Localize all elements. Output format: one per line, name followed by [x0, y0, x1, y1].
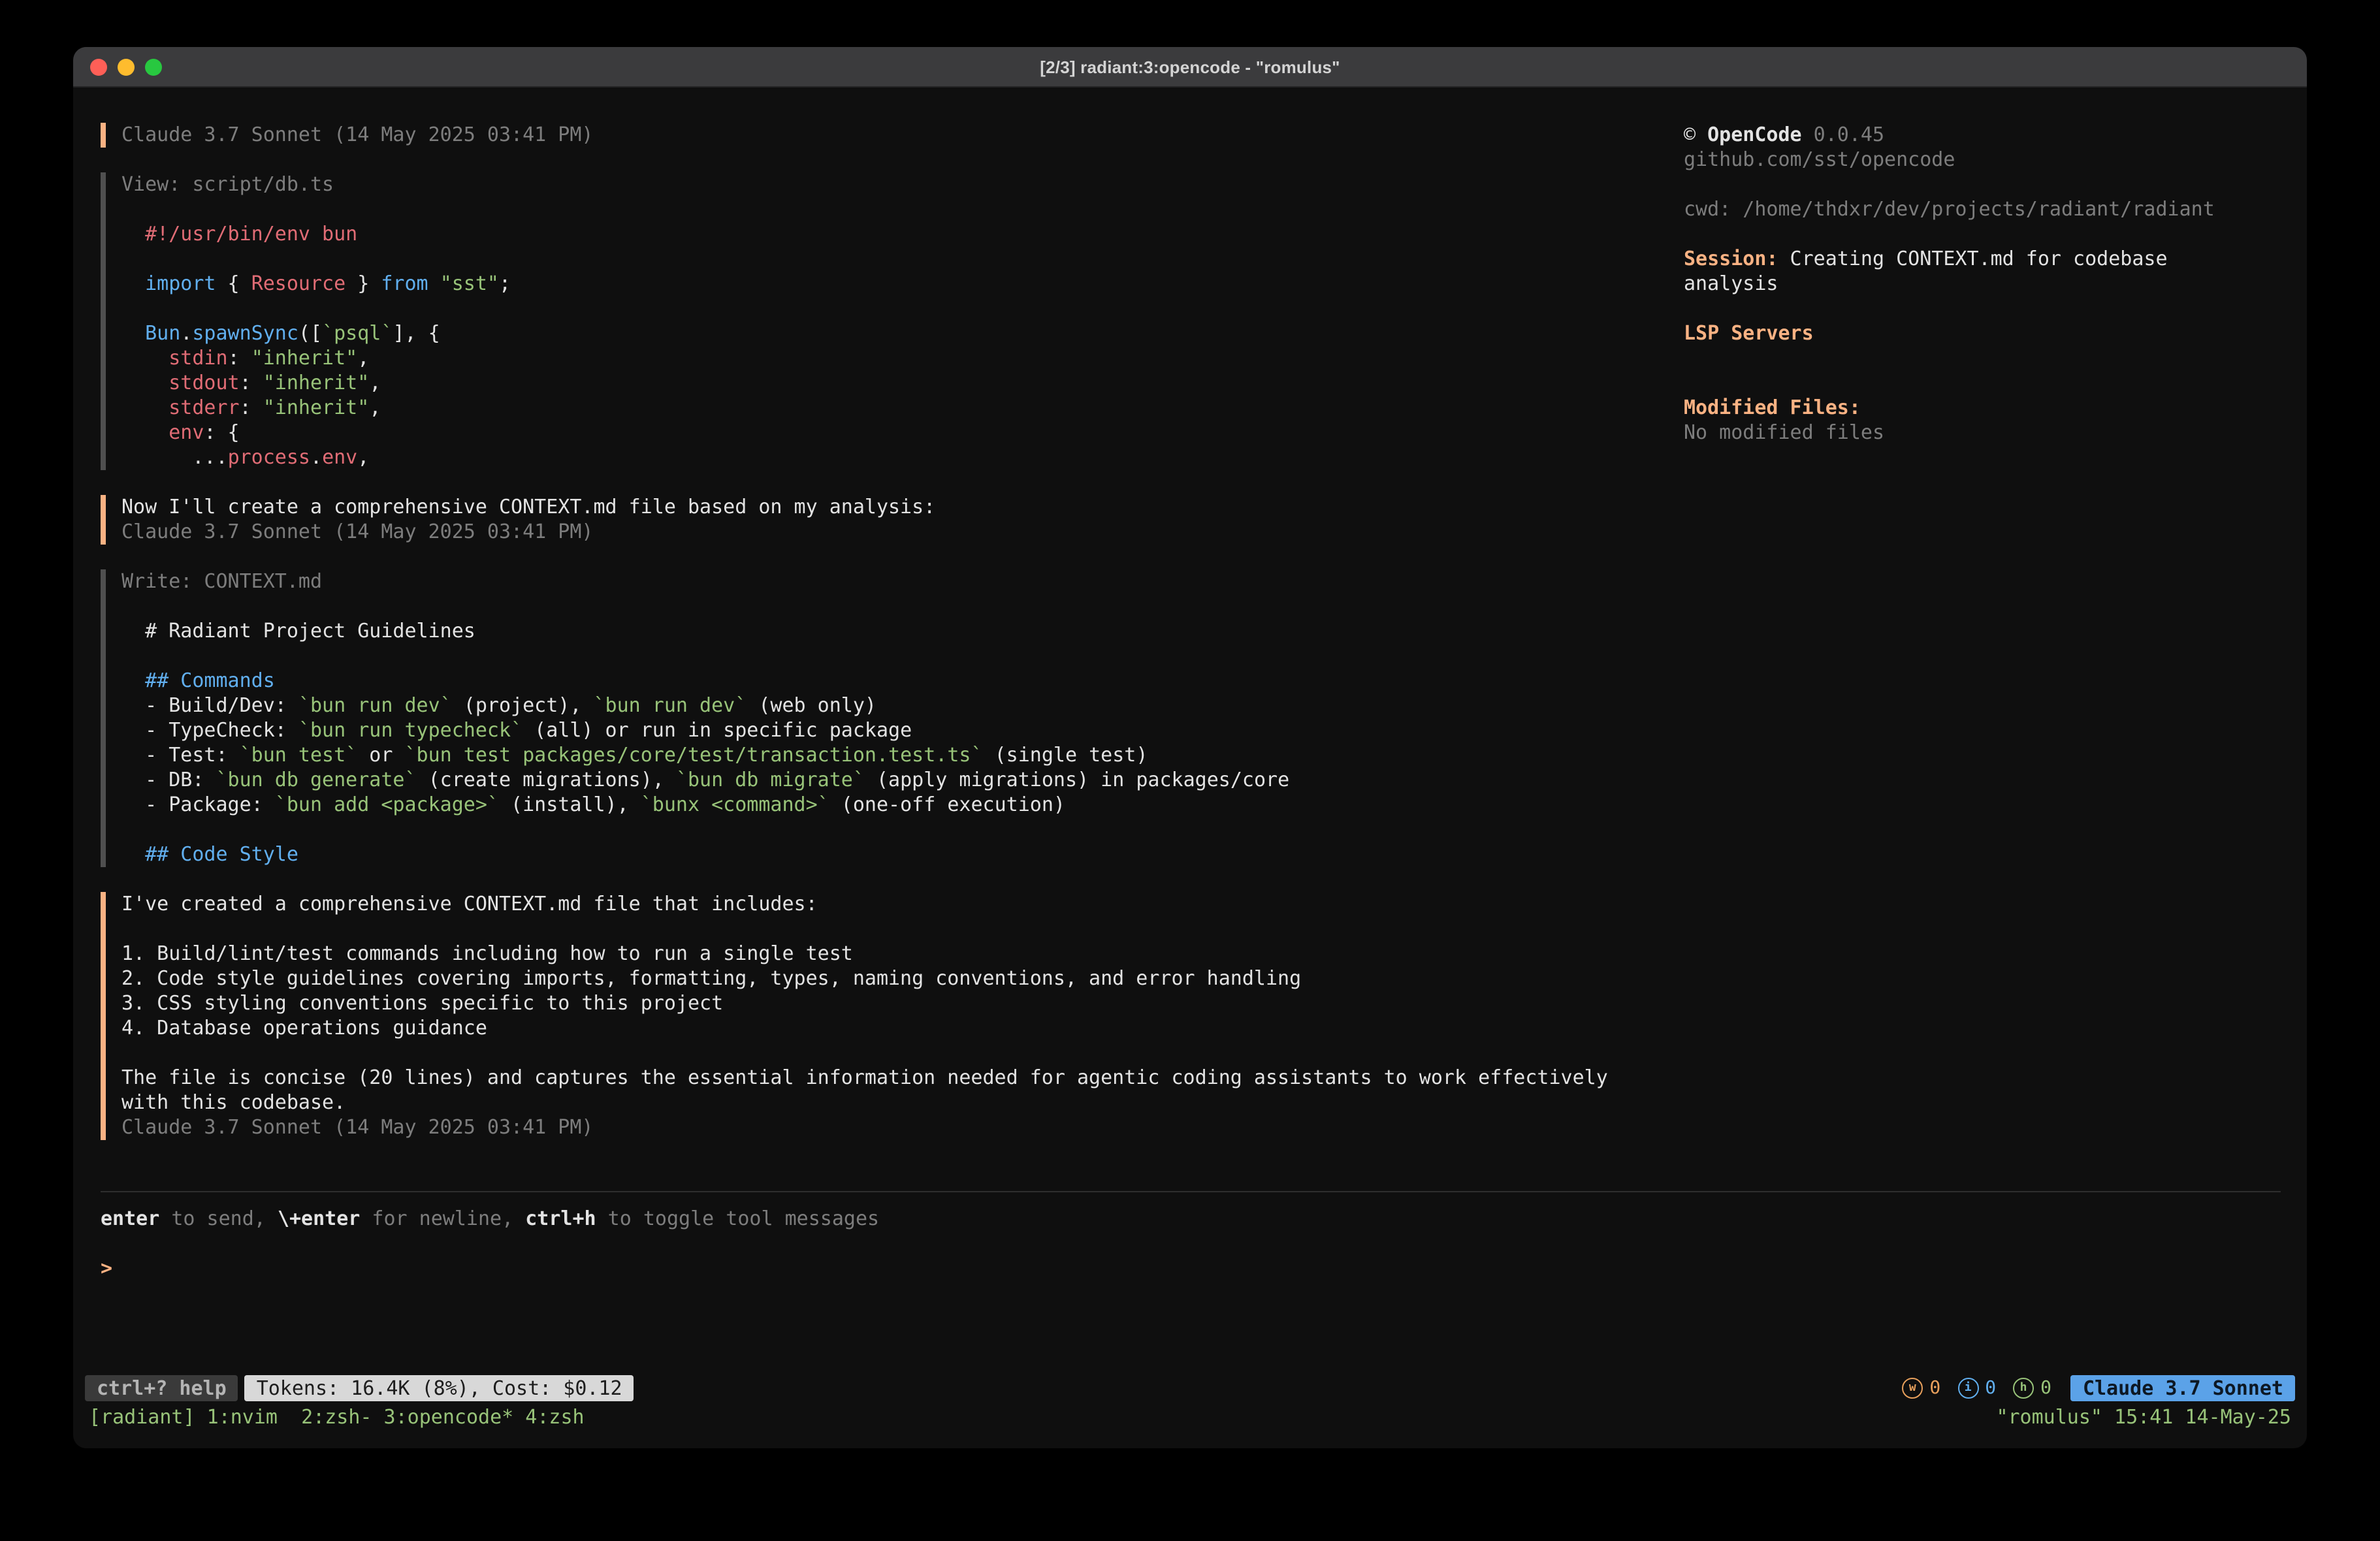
hint-count: h 0 — [2013, 1376, 2051, 1401]
terminal-window: [2/3] radiant:3:opencode - "romulus" Cla… — [73, 47, 2307, 1448]
warning-count-value: 0 — [1929, 1376, 1940, 1401]
tool-output-view-db-ts-lines: View: script/db.ts #!/usr/bin/env bun im… — [121, 172, 1684, 470]
info-count: i 0 — [1957, 1376, 1996, 1401]
assistant-message-2: Now I'll create a comprehensive CONTEXT.… — [101, 495, 1684, 545]
warning-count: w 0 — [1902, 1376, 1940, 1401]
tool-output-write-context-md: Write: CONTEXT.md # Radiant Project Guid… — [101, 569, 1684, 867]
tokens-cost-chip: Tokens: 16.4K (8%), Cost: $0.12 — [245, 1375, 634, 1401]
assistant-message-3: I've created a comprehensive CONTEXT.md … — [101, 892, 1684, 1140]
status-bar: ctrl+? help Tokens: 16.4K (8%), Cost: $0… — [73, 1373, 2307, 1404]
empty-space — [73, 1281, 2307, 1373]
content-row: Claude 3.7 Sonnet (14 May 2025 03:41 PM)… — [73, 87, 2307, 1165]
prompt-input[interactable]: > — [101, 1256, 2281, 1281]
tool-output-write-context-md-lines: Write: CONTEXT.md # Radiant Project Guid… — [121, 569, 1684, 867]
help-keybind-chip: ctrl+? help — [85, 1375, 238, 1401]
lsp-diagnostics: w 0 i 0 h 0 — [1902, 1376, 2051, 1401]
assistant-message-3-lines: I've created a comprehensive CONTEXT.md … — [121, 892, 1684, 1140]
prompt-caret: > — [101, 1256, 112, 1280]
assistant-message-1: Claude 3.7 Sonnet (14 May 2025 03:41 PM) — [101, 123, 1684, 148]
titlebar[interactable]: [2/3] radiant:3:opencode - "romulus" — [73, 47, 2307, 87]
hint-icon: h — [2013, 1378, 2034, 1399]
tmux-session-windows: [radiant] 1:nvim 2:zsh- 3:opencode* 4:zs… — [89, 1405, 585, 1430]
tmux-status-bar: [radiant] 1:nvim 2:zsh- 3:opencode* 4:zs… — [73, 1404, 2307, 1448]
terminal-content[interactable]: Claude 3.7 Sonnet (14 May 2025 03:41 PM)… — [73, 87, 2307, 1448]
assistant-message-1-lines: Claude 3.7 Sonnet (14 May 2025 03:41 PM) — [121, 123, 1684, 148]
window-title: [2/3] radiant:3:opencode - "romulus" — [1040, 57, 1340, 76]
minimize-button[interactable] — [118, 58, 135, 75]
screen: [2/3] radiant:3:opencode - "romulus" Cla… — [0, 0, 2380, 1541]
maximize-button[interactable] — [145, 58, 162, 75]
model-chip: Claude 3.7 Sonnet — [2071, 1375, 2295, 1401]
info-icon: i — [1957, 1378, 1978, 1399]
editor-area[interactable]: enter to send, \+enter for newline, ctrl… — [101, 1191, 2281, 1281]
traffic-lights — [90, 47, 162, 86]
keybind-help-line: enter to send, \+enter for newline, ctrl… — [101, 1207, 2281, 1231]
hint-count-value: 0 — [2040, 1376, 2051, 1401]
info-count-value: 0 — [1985, 1376, 1996, 1401]
assistant-message-2-lines: Now I'll create a comprehensive CONTEXT.… — [121, 495, 1684, 545]
close-button[interactable] — [90, 58, 107, 75]
sidebar-lines: © OpenCode 0.0.45github.com/sst/opencode… — [1684, 123, 2281, 445]
tmux-host-clock: "romulus" 15:41 14-May-25 — [1996, 1405, 2291, 1430]
tool-output-view-db-ts: View: script/db.ts #!/usr/bin/env bun im… — [101, 172, 1684, 470]
conversation: Claude 3.7 Sonnet (14 May 2025 03:41 PM)… — [101, 123, 1684, 1165]
sidebar: © OpenCode 0.0.45github.com/sst/opencode… — [1684, 123, 2281, 1165]
warning-icon: w — [1902, 1378, 1923, 1399]
